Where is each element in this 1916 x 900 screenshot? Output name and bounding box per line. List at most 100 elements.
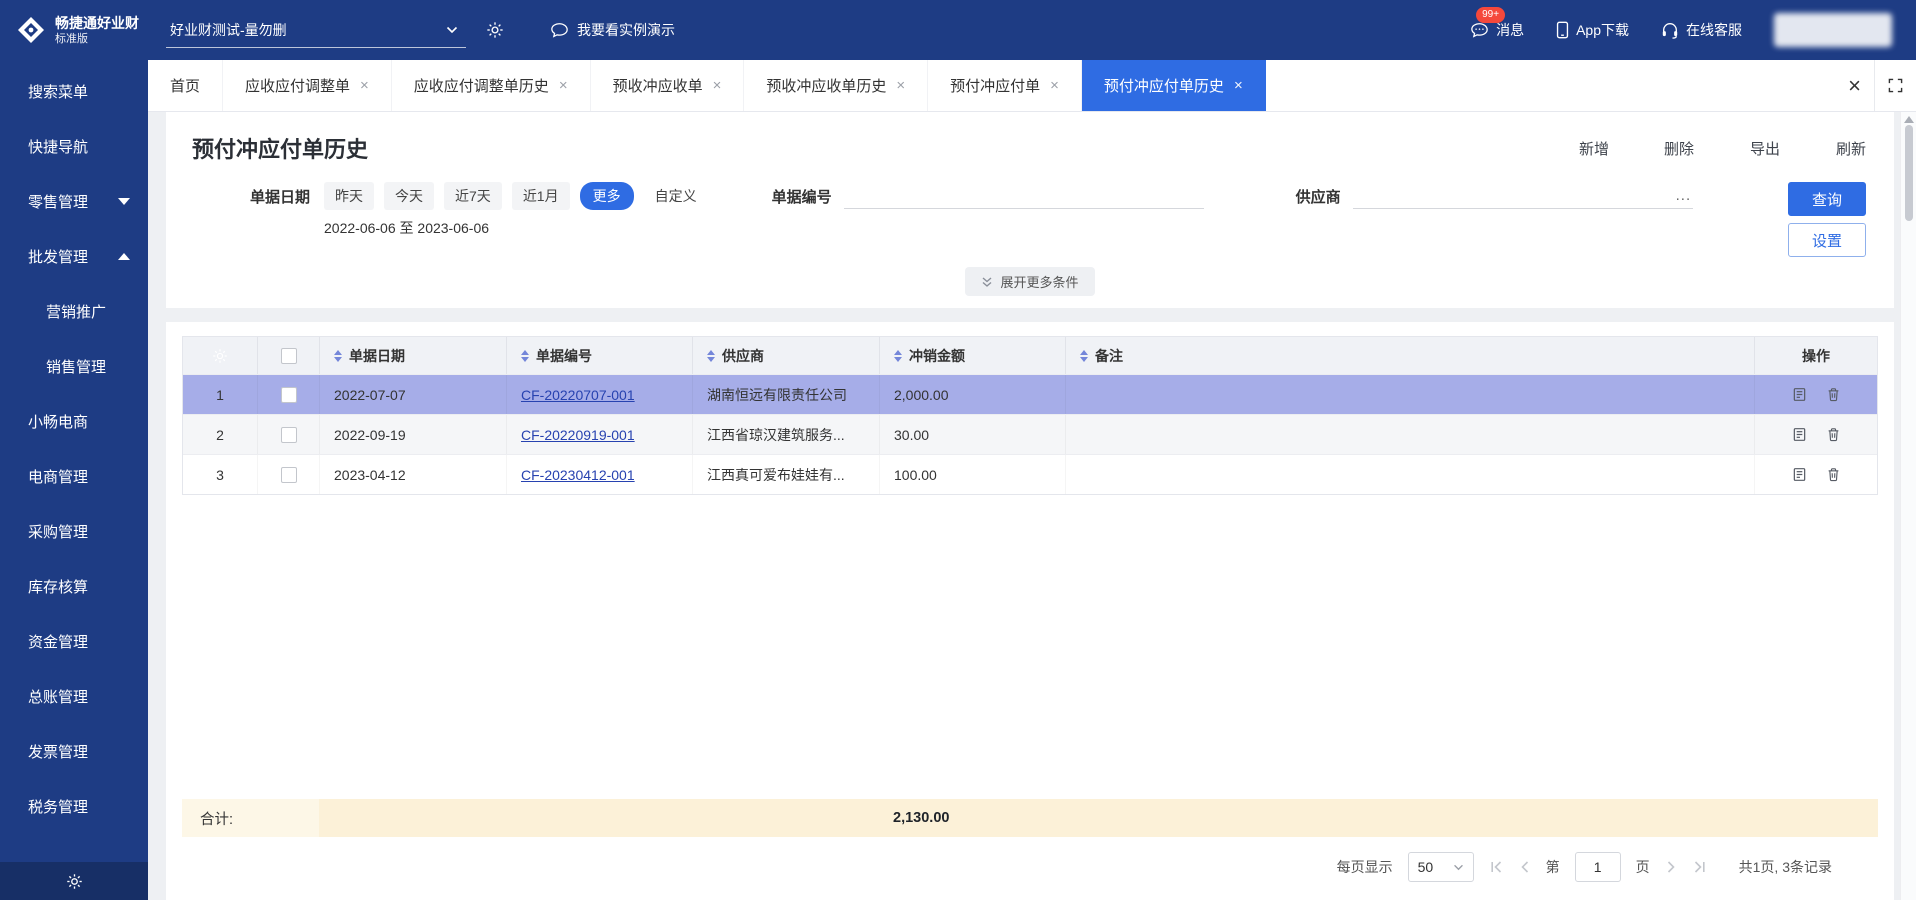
quick-filter-last7days[interactable]: 近7天: [444, 182, 502, 210]
expand-more-conditions-button[interactable]: 展开更多条件: [965, 267, 1094, 296]
app-download-button[interactable]: App下载: [1556, 20, 1629, 40]
last-page-button[interactable]: [1692, 861, 1707, 873]
export-button[interactable]: 导出: [1728, 138, 1780, 159]
quick-filter-today[interactable]: 今天: [384, 182, 434, 210]
date-range-value[interactable]: 2022-06-06 至 2023-06-06: [324, 218, 708, 238]
table-row[interactable]: 2 2022-09-19 CF-20220919-001 江西省琼汉建筑服务..…: [183, 414, 1877, 454]
close-icon[interactable]: ×: [1234, 78, 1243, 93]
sort-icon[interactable]: [334, 350, 342, 362]
sort-icon[interactable]: [707, 350, 715, 362]
date-filter-label: 单据日期: [250, 182, 310, 207]
quick-filter-last1month[interactable]: 近1月: [512, 182, 570, 210]
tab-prepayment-offset[interactable]: 预付冲应付单×: [928, 60, 1082, 111]
filter-actions: 查询 设置: [1788, 182, 1866, 257]
close-icon[interactable]: ×: [360, 78, 369, 93]
header-note[interactable]: 备注: [1066, 337, 1755, 374]
table-row[interactable]: 1 2022-07-07 CF-20220707-001 湖南恒远有限责任公司 …: [183, 374, 1877, 414]
delete-button[interactable]: 删除: [1643, 138, 1694, 159]
select-all-checkbox[interactable]: [281, 348, 297, 364]
supplier-lookup-button[interactable]: ...: [1670, 185, 1694, 209]
sidebar-item-ecommerce-mgmt[interactable]: 电商管理: [0, 449, 148, 504]
cell-doc-no: CF-20220707-001: [507, 375, 693, 414]
doc-no-link[interactable]: CF-20220919-001: [521, 427, 635, 443]
messages-button[interactable]: 99+ 消息: [1470, 20, 1524, 40]
sidebar-item-retail-mgmt[interactable]: 零售管理: [0, 174, 148, 229]
scroll-up-arrow[interactable]: [1904, 116, 1914, 123]
sort-icon[interactable]: [894, 350, 902, 362]
quick-filter-custom[interactable]: 自定义: [644, 182, 708, 210]
main-area: 首页 应收应付调整单× 应收应付调整单历史× 预收冲应收单× 预收冲应收单历史×…: [148, 60, 1916, 900]
row-number: 1: [183, 375, 258, 414]
online-service-button[interactable]: 在线客服: [1661, 20, 1742, 40]
quick-filter-yesterday[interactable]: 昨天: [324, 182, 374, 210]
sidebar-item-sales-mgmt[interactable]: 销售管理: [0, 339, 148, 394]
sidebar-item-purchase-mgmt[interactable]: 采购管理: [0, 504, 148, 559]
page-title: 预付冲应付单历史: [192, 132, 368, 164]
doc-no-input[interactable]: [844, 182, 1204, 209]
refresh-button[interactable]: 刷新: [1814, 138, 1866, 159]
header-doc-date[interactable]: 单据日期: [320, 337, 507, 374]
header-supplier[interactable]: 供应商: [693, 337, 880, 374]
cell-amount: 30.00: [880, 415, 1066, 454]
sidebar-item-general-ledger[interactable]: 总账管理: [0, 669, 148, 724]
org-selector-value: 好业财测试-量勿删: [170, 20, 287, 40]
tab-home[interactable]: 首页: [148, 60, 223, 111]
column-settings-button[interactable]: [183, 337, 258, 374]
tab-prepayment-offset-history[interactable]: 预付冲应付单历史×: [1082, 60, 1266, 111]
sidebar-item-funds-mgmt[interactable]: 资金管理: [0, 614, 148, 669]
sidebar-item-xiaochang-ecommerce[interactable]: 小畅电商: [0, 394, 148, 449]
tab-advance-receipt-offset[interactable]: 预收冲应收单×: [591, 60, 745, 111]
vertical-scrollbar[interactable]: [1900, 112, 1916, 900]
doc-no-link[interactable]: CF-20230412-001: [521, 467, 635, 483]
close-icon[interactable]: ×: [896, 78, 905, 93]
close-icon[interactable]: ×: [1050, 78, 1059, 93]
sidebar-settings-button[interactable]: [0, 862, 148, 900]
prev-page-button[interactable]: [1519, 861, 1531, 873]
quick-filter-more[interactable]: 更多: [580, 182, 634, 210]
next-page-button[interactable]: [1665, 861, 1677, 873]
tab-advance-receipt-offset-history[interactable]: 预收冲应收单历史×: [744, 60, 928, 111]
sidebar-item-wholesale-mgmt[interactable]: 批发管理: [0, 229, 148, 284]
sidebar-item-inventory-accounting[interactable]: 库存核算: [0, 559, 148, 614]
header-doc-no[interactable]: 单据编号: [507, 337, 693, 374]
close-all-tabs-button[interactable]: ×: [1835, 60, 1874, 111]
row-checkbox[interactable]: [281, 387, 297, 403]
search-button[interactable]: 查询: [1788, 182, 1866, 216]
view-detail-icon[interactable]: [1792, 467, 1807, 482]
user-account-redacted[interactable]: [1774, 13, 1892, 47]
sort-icon[interactable]: [521, 350, 529, 362]
close-icon[interactable]: ×: [559, 78, 568, 93]
sidebar-item-search-menu[interactable]: 搜索菜单: [0, 64, 148, 119]
trash-icon[interactable]: [1827, 467, 1840, 482]
view-detail-icon[interactable]: [1792, 387, 1807, 402]
add-button[interactable]: 新增: [1559, 138, 1609, 159]
org-selector[interactable]: 好业财测试-量勿删: [166, 13, 466, 48]
sidebar-item-quick-nav[interactable]: 快捷导航: [0, 119, 148, 174]
row-checkbox[interactable]: [281, 467, 297, 483]
row-checkbox[interactable]: [281, 427, 297, 443]
total-label: 合计:: [182, 799, 319, 837]
sidebar-item-marketing-promo[interactable]: 营销推广: [0, 284, 148, 339]
sort-icon[interactable]: [1080, 350, 1088, 362]
table-row[interactable]: 3 2023-04-12 CF-20230412-001 江西真可爱布娃娃有..…: [183, 454, 1877, 494]
tab-ar-ap-adjustment[interactable]: 应收应付调整单×: [223, 60, 392, 111]
close-icon[interactable]: ×: [713, 78, 722, 93]
settings-button[interactable]: 设置: [1788, 223, 1866, 257]
gear-icon[interactable]: [486, 21, 504, 39]
sidebar-item-tax-mgmt[interactable]: 税务管理: [0, 779, 148, 834]
per-page-select[interactable]: 50: [1408, 852, 1474, 882]
first-page-button[interactable]: [1489, 861, 1504, 873]
supplier-input[interactable]: [1353, 182, 1671, 209]
demo-link[interactable]: 我要看实例演示: [550, 20, 675, 40]
view-detail-icon[interactable]: [1792, 427, 1807, 442]
scrollbar-thumb[interactable]: [1905, 125, 1913, 221]
fullscreen-icon[interactable]: [1875, 60, 1916, 111]
tab-ar-ap-adjustment-history[interactable]: 应收应付调整单历史×: [392, 60, 591, 111]
page-number-input[interactable]: [1575, 852, 1621, 882]
logo-title: 畅捷通好业财: [55, 15, 139, 31]
doc-no-link[interactable]: CF-20220707-001: [521, 387, 635, 403]
trash-icon[interactable]: [1827, 387, 1840, 402]
trash-icon[interactable]: [1827, 427, 1840, 442]
sidebar-item-invoice-mgmt[interactable]: 发票管理: [0, 724, 148, 779]
header-offset-amount[interactable]: 冲销金额: [880, 337, 1066, 374]
